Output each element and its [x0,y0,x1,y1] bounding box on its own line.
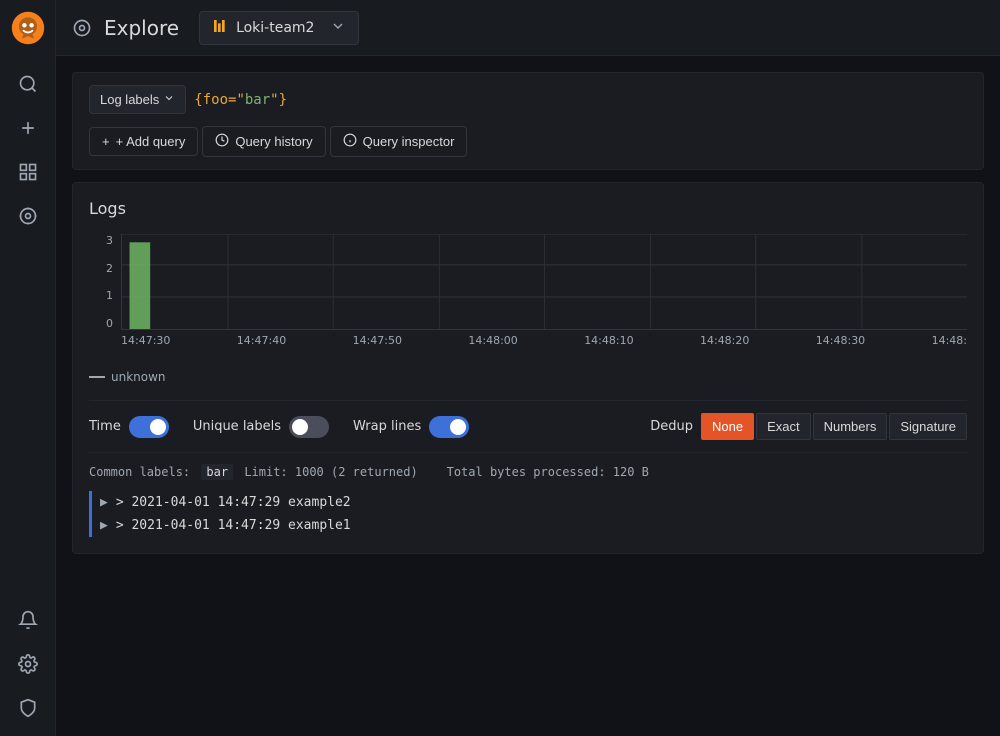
log-entry: ▶ > 2021-04-01 14:47:29 example2 [89,491,967,514]
info-icon [343,133,357,150]
legend-label: unknown [111,370,166,384]
y-label-1: 1 [89,289,117,302]
chevron-down-icon [330,18,346,38]
query-inspector-label: Query inspector [363,134,455,149]
dedup-signature-button[interactable]: Signature [889,413,967,440]
logs-panel: Logs 0 1 2 3 [72,182,984,554]
chart-svg [122,234,967,329]
query-inspector-button[interactable]: Query inspector [330,126,468,157]
sidebar [0,0,56,736]
query-row: Log labels {foo="bar"} [89,85,967,114]
dedup-none-button[interactable]: None [701,413,754,440]
meta-row: Common labels: bar Limit: 1000 (2 return… [89,465,967,479]
x-label-1: 14:47:40 [237,334,286,354]
add-query-label: + Add query [116,134,186,149]
wrap-lines-toggle-track [429,416,469,438]
log-expand-arrow-2[interactable]: ▶ [100,518,108,533]
query-history-button[interactable]: Query history [202,126,325,157]
time-control: Time [89,416,169,438]
log-entry: ▶ > 2021-04-01 14:47:29 example1 [89,514,967,537]
time-toggle-thumb [150,419,166,435]
page-title: Explore [104,16,179,40]
x-label-3: 14:48:00 [468,334,517,354]
log-labels-chevron-icon [163,92,175,107]
logs-title: Logs [89,199,967,218]
chart-legend: unknown [89,370,967,384]
wrap-lines-control: Wrap lines [353,416,469,438]
sidebar-item-search[interactable] [8,64,48,104]
query-history-label: Query history [235,134,312,149]
y-label-3: 3 [89,234,117,247]
log-labels-button[interactable]: Log labels [89,85,186,114]
log-expand-arrow-1[interactable]: ▶ [100,495,108,510]
chart-x-axis: 14:47:30 14:47:40 14:47:50 14:48:00 14:4… [121,334,967,354]
time-toggle[interactable] [129,416,169,438]
log-entries: ▶ > 2021-04-01 14:47:29 example2 ▶ > 202… [89,491,967,537]
unique-labels-toggle-thumb [292,419,308,435]
wrap-lines-toggle[interactable] [429,416,469,438]
sidebar-item-shield[interactable] [8,688,48,728]
y-label-0: 0 [89,317,117,330]
limit-text: Limit: 1000 (2 returned) [244,465,417,479]
sidebar-item-add[interactable] [8,108,48,148]
dedup-numbers-button[interactable]: Numbers [813,413,888,440]
sidebar-item-settings[interactable] [8,644,48,684]
sidebar-item-explore[interactable] [8,196,48,236]
x-label-4: 14:48:10 [584,334,633,354]
bytes-text: Total bytes processed: 120 B [447,465,649,479]
logs-chart: 0 1 2 3 [89,234,967,354]
dedup-label: Dedup [650,419,693,434]
datasource-name: Loki-team2 [236,20,322,36]
y-label-2: 2 [89,262,117,275]
query-expression[interactable]: {foo="bar"} [194,92,287,108]
common-labels-label: Common labels: [89,465,190,479]
sidebar-item-alerting[interactable] [8,600,48,640]
plus-icon: + [102,134,110,149]
x-label-6: 14:48:30 [816,334,865,354]
legend-line [89,376,105,378]
time-toggle-track [129,416,169,438]
log-text-1: > 2021-04-01 14:47:29 example2 [116,495,351,510]
main-content: Explore Loki-team2 Log labels [56,0,1000,736]
x-label-7: 14:48: [932,334,967,354]
unique-labels-toggle[interactable] [289,416,329,438]
x-label-0: 14:47:30 [121,334,170,354]
log-text-2: > 2021-04-01 14:47:29 example1 [116,518,351,533]
wrap-lines-label: Wrap lines [353,419,421,434]
datasource-selector[interactable]: Loki-team2 [199,11,359,45]
add-query-button[interactable]: + + Add query [89,127,198,156]
loki-icon [212,18,228,38]
history-icon [215,133,229,150]
log-labels-label: Log labels [100,92,159,107]
x-label-5: 14:48:20 [700,334,749,354]
dedup-group: Dedup None Exact Numbers Signature [650,413,967,440]
chart-area [121,234,967,330]
topbar: Explore Loki-team2 [56,0,1000,56]
unique-labels-toggle-track [289,416,329,438]
dedup-exact-button[interactable]: Exact [756,413,811,440]
query-panel: Log labels {foo="bar"} + + Add query [72,72,984,170]
time-label: Time [89,419,121,434]
content-area: Log labels {foo="bar"} + + Add query [56,56,1000,736]
wrap-lines-toggle-thumb [450,419,466,435]
x-label-2: 14:47:50 [353,334,402,354]
grafana-logo[interactable] [8,8,48,48]
explore-icon [72,18,92,38]
common-labels-value: bar [201,464,233,480]
query-actions: + + Add query Query history Query inspec… [89,126,967,157]
controls-row: Time Unique labels [89,400,967,453]
chart-y-axis: 0 1 2 3 [89,234,117,330]
unique-labels-control: Unique labels [193,416,329,438]
sidebar-item-dashboards[interactable] [8,152,48,192]
unique-labels-label: Unique labels [193,419,281,434]
